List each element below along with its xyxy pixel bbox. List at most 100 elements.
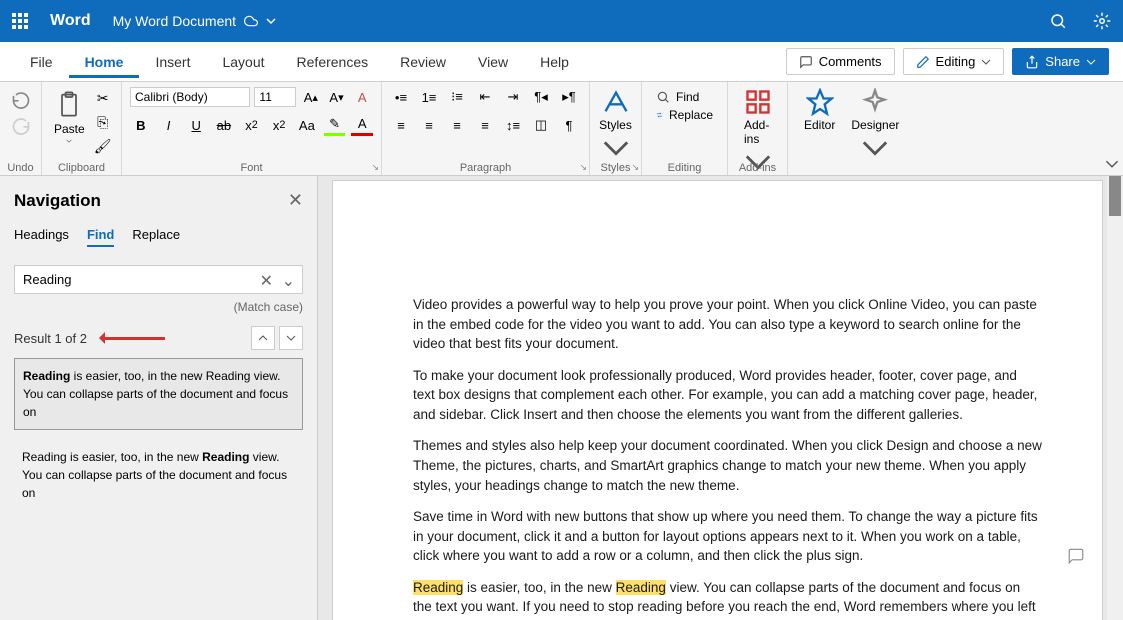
settings-gear-icon[interactable] bbox=[1093, 12, 1111, 30]
result-bold: Reading bbox=[202, 450, 249, 464]
editor-button[interactable]: Editor bbox=[796, 86, 843, 164]
nav-tab-find[interactable]: Find bbox=[87, 227, 114, 247]
change-case-button[interactable]: Aa bbox=[296, 114, 318, 136]
text: is easier, too, in the new bbox=[463, 580, 615, 595]
designer-button[interactable]: Designer bbox=[843, 86, 907, 164]
ltr-button[interactable]: ¶◂ bbox=[530, 86, 552, 108]
search-options-icon[interactable]: ⌄ bbox=[282, 271, 295, 291]
nav-tab-replace[interactable]: Replace bbox=[132, 227, 180, 247]
format-painter-icon[interactable]: 🖌 bbox=[93, 136, 113, 156]
document-title[interactable]: My Word Document bbox=[113, 13, 276, 29]
font-color-button[interactable]: A bbox=[351, 114, 373, 136]
grow-font-icon[interactable]: A▴ bbox=[300, 86, 322, 108]
menu-references[interactable]: References bbox=[281, 46, 385, 78]
scroll-thumb[interactable] bbox=[1109, 176, 1121, 216]
bold-button[interactable]: B bbox=[130, 114, 152, 136]
pencil-icon bbox=[916, 55, 930, 69]
font-dialog-launcher[interactable]: ↘ bbox=[371, 162, 379, 173]
editor-text: Editor bbox=[804, 118, 835, 132]
editing-mode-button[interactable]: Editing bbox=[903, 48, 1005, 75]
add-comment-icon[interactable] bbox=[1066, 547, 1086, 565]
menu-insert[interactable]: Insert bbox=[139, 46, 206, 78]
menu-layout[interactable]: Layout bbox=[206, 46, 280, 78]
justify-button[interactable]: ≡ bbox=[474, 114, 496, 136]
chevron-up-icon bbox=[258, 333, 268, 343]
strikethrough-button[interactable]: ab bbox=[213, 114, 235, 136]
redo-icon[interactable] bbox=[11, 116, 31, 136]
comments-label: Comments bbox=[819, 54, 882, 69]
styles-button[interactable]: Styles bbox=[598, 86, 633, 164]
align-left-button[interactable]: ≡ bbox=[390, 114, 412, 136]
styles-text: Styles bbox=[599, 118, 632, 132]
highlight-button[interactable]: ✎ bbox=[324, 114, 346, 136]
comments-button[interactable]: Comments bbox=[786, 48, 895, 75]
clipboard-group: Paste ✂ ⎘ 🖌 Clipboard bbox=[42, 82, 122, 175]
rtl-button[interactable]: ▸¶ bbox=[558, 86, 580, 108]
share-icon bbox=[1025, 55, 1039, 69]
shrink-font-icon[interactable]: A▾ bbox=[326, 86, 348, 108]
nav-tab-headings[interactable]: Headings bbox=[14, 227, 69, 247]
bullets-button[interactable]: •≡ bbox=[390, 86, 412, 108]
show-marks-button[interactable]: ¶ bbox=[558, 114, 580, 136]
document-title-text: My Word Document bbox=[113, 13, 236, 29]
share-button[interactable]: Share bbox=[1012, 48, 1109, 75]
italic-button[interactable]: I bbox=[158, 114, 180, 136]
replace-button[interactable]: Replace bbox=[656, 108, 713, 122]
addins-label: Add-ins bbox=[728, 162, 787, 174]
menu-home[interactable]: Home bbox=[69, 46, 140, 78]
search-result-1[interactable]: Reading is easier, too, in the new Readi… bbox=[14, 358, 303, 430]
page[interactable]: Video provides a powerful way to help yo… bbox=[332, 180, 1103, 620]
highlight: Reading bbox=[413, 580, 463, 595]
indent-right-button[interactable]: ⇥ bbox=[502, 86, 524, 108]
subscript-button[interactable]: x2 bbox=[241, 114, 263, 136]
paragraph: Save time in Word with new buttons that … bbox=[413, 507, 1042, 566]
styles-dialog-launcher[interactable]: ↘ bbox=[631, 162, 639, 173]
app-launcher-icon[interactable] bbox=[12, 13, 28, 29]
superscript-button[interactable]: x2 bbox=[268, 114, 290, 136]
next-result-button[interactable] bbox=[279, 326, 303, 350]
editor-icon bbox=[806, 88, 834, 116]
undo-icon[interactable] bbox=[11, 90, 31, 110]
chevron-down-icon bbox=[861, 134, 889, 162]
font-name-select[interactable]: Calibri (Body) bbox=[130, 87, 250, 107]
clear-search-icon[interactable]: ✕ bbox=[260, 271, 273, 291]
menu-review[interactable]: Review bbox=[384, 46, 462, 78]
menu-help[interactable]: Help bbox=[524, 46, 585, 78]
chevron-down-icon bbox=[286, 333, 296, 343]
close-nav-icon[interactable]: ✕ bbox=[288, 190, 303, 211]
navigation-panel: Navigation ✕ Headings Find Replace ✕ ⌄ (… bbox=[0, 176, 318, 620]
menu-view[interactable]: View bbox=[462, 46, 524, 78]
align-center-button[interactable]: ≡ bbox=[418, 114, 440, 136]
styles-group: Styles Styles ↘ bbox=[590, 82, 642, 175]
menu-file[interactable]: File bbox=[14, 46, 69, 78]
shading-button[interactable]: ◫ bbox=[530, 114, 552, 136]
copy-icon[interactable]: ⎘ bbox=[93, 112, 113, 132]
search-result-2[interactable]: Reading is easier, too, in the new Readi… bbox=[14, 440, 303, 510]
multilevel-button[interactable]: ⁝≡ bbox=[446, 86, 468, 108]
numbering-button[interactable]: 1≡ bbox=[418, 86, 440, 108]
find-button[interactable]: Find bbox=[656, 90, 713, 104]
indent-left-button[interactable]: ⇤ bbox=[474, 86, 496, 108]
clipboard-icon bbox=[55, 88, 83, 120]
paragraph: To make your document look professionall… bbox=[413, 366, 1042, 425]
cut-icon[interactable]: ✂ bbox=[93, 88, 113, 108]
prev-result-button[interactable] bbox=[251, 326, 275, 350]
paste-button[interactable]: Paste bbox=[50, 86, 89, 156]
align-right-button[interactable]: ≡ bbox=[446, 114, 468, 136]
match-case-label: (Match case) bbox=[14, 300, 303, 314]
font-size-select[interactable]: 11 bbox=[254, 87, 296, 107]
titlebar: Word My Word Document bbox=[0, 0, 1123, 42]
clear-format-icon[interactable]: A bbox=[351, 86, 373, 108]
scrollbar[interactable] bbox=[1107, 176, 1123, 620]
styles-icon bbox=[602, 88, 630, 116]
search-icon[interactable] bbox=[1049, 12, 1067, 30]
line-spacing-button[interactable]: ↕≡ bbox=[502, 114, 524, 136]
underline-button[interactable]: U bbox=[185, 114, 207, 136]
font-label: Font bbox=[122, 162, 381, 174]
paragraph-group: •≡ 1≡ ⁝≡ ⇤ ⇥ ¶◂ ▸¶ ≡ ≡ ≡ ≡ ↕≡ ◫ ¶ Paragr… bbox=[382, 82, 590, 175]
paragraph-label: Paragraph bbox=[382, 162, 589, 174]
ribbon: Undo Paste ✂ ⎘ 🖌 Clipboard Calibri (Body… bbox=[0, 82, 1123, 176]
paragraph-dialog-launcher[interactable]: ↘ bbox=[579, 162, 587, 173]
paste-label: Paste bbox=[54, 122, 85, 136]
collapse-ribbon-icon[interactable] bbox=[1105, 157, 1119, 171]
